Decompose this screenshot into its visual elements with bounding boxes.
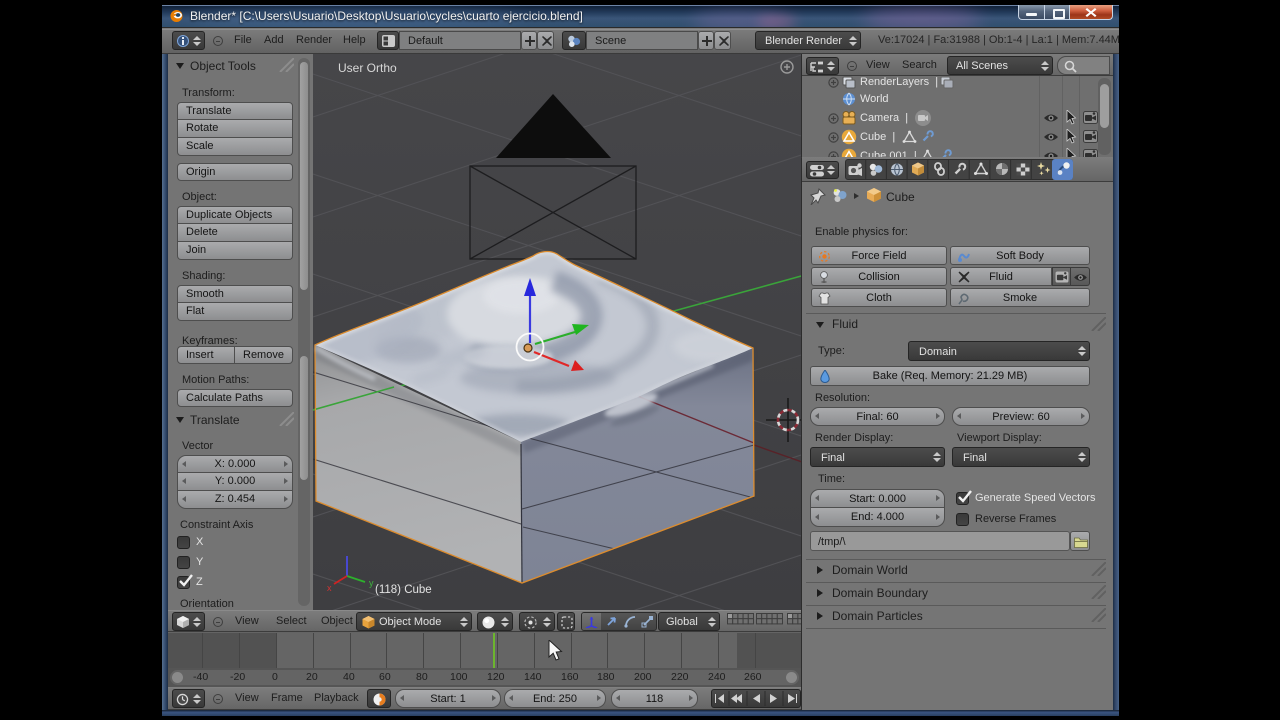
svg-text:User Ortho: User Ortho — [338, 61, 397, 75]
svg-text:y: y — [369, 578, 374, 588]
svg-text:(118) Cube: (118) Cube — [375, 584, 432, 596]
svg-text:x: x — [327, 583, 332, 593]
